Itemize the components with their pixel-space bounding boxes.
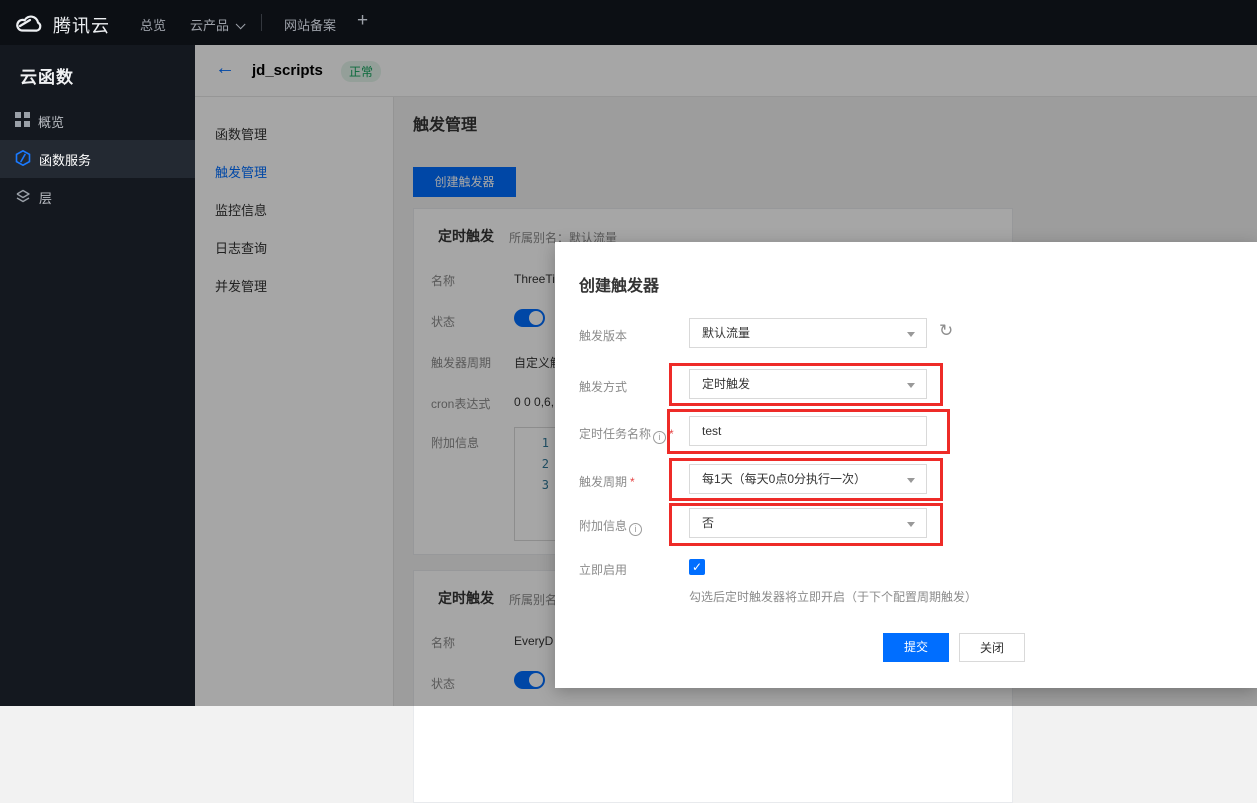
required-mark: * xyxy=(669,427,674,441)
topnav-overview[interactable]: 总览 xyxy=(140,15,166,34)
sidebar-item-layers[interactable]: 层 xyxy=(0,178,195,216)
task-name-input[interactable] xyxy=(689,416,927,446)
required-mark: * xyxy=(630,475,635,489)
cycle-value: 每1天（每天0点0分执行一次） xyxy=(702,472,866,486)
layers-icon xyxy=(15,188,31,207)
app-sidebar: 云函数 概览 函数服务 层 xyxy=(0,45,195,706)
modal-title: 创建触发器 xyxy=(579,272,659,296)
chevron-down-icon xyxy=(236,19,246,29)
sidebar-item-label: 概览 xyxy=(38,112,64,131)
enable-hint: 勾选后定时触发器将立即开启（于下个配置周期触发） xyxy=(689,588,977,605)
caret-down-icon xyxy=(907,383,915,388)
submit-button[interactable]: 提交 xyxy=(883,633,949,662)
grid-icon xyxy=(15,112,30,130)
caret-down-icon xyxy=(907,332,915,337)
caret-down-icon xyxy=(907,478,915,483)
tencent-cloud-logo[interactable]: 腾讯云 xyxy=(14,12,110,38)
field-label-enable: 立即启用 xyxy=(579,561,627,578)
info-icon: i xyxy=(653,431,666,444)
version-value: 默认流量 xyxy=(702,326,750,340)
function-service-icon xyxy=(15,150,31,169)
topnav-icp[interactable]: 网站备案 xyxy=(284,15,336,34)
enable-checkbox[interactable]: ✓ xyxy=(689,559,705,575)
field-label-extra: 附加信息i xyxy=(579,517,642,536)
field-label-cycle: 触发周期* xyxy=(579,473,635,490)
create-trigger-modal: 创建触发器 触发版本 默认流量 ↻ 触发方式 定时触发 定时任务名称i* 触发周… xyxy=(555,242,1257,688)
cloud-logo-icon xyxy=(14,13,44,37)
method-select[interactable]: 定时触发 xyxy=(689,369,927,399)
field-label-task-name: 定时任务名称i* xyxy=(579,425,674,444)
sidebar-item-overview[interactable]: 概览 xyxy=(0,102,195,140)
field-label-method: 触发方式 xyxy=(579,378,627,395)
logo-text: 腾讯云 xyxy=(53,12,110,38)
extra-value: 否 xyxy=(702,516,714,530)
add-tab-icon[interactable]: + xyxy=(357,10,368,32)
close-button[interactable]: 关闭 xyxy=(959,633,1025,662)
field-label-version: 触发版本 xyxy=(579,327,627,344)
sidebar-item-label: 函数服务 xyxy=(39,150,91,169)
refresh-icon[interactable]: ↻ xyxy=(939,321,953,341)
caret-down-icon xyxy=(907,522,915,527)
topnav-cloud-products[interactable]: 云产品 xyxy=(190,15,242,34)
cycle-select[interactable]: 每1天（每天0点0分执行一次） xyxy=(689,464,927,494)
sidebar-item-label: 层 xyxy=(39,188,52,207)
info-icon: i xyxy=(629,523,642,536)
method-value: 定时触发 xyxy=(702,377,750,391)
extra-select[interactable]: 否 xyxy=(689,508,927,538)
topnav-divider xyxy=(261,14,262,31)
service-title: 云函数 xyxy=(20,63,74,88)
sidebar-item-function-service[interactable]: 函数服务 xyxy=(0,140,195,178)
topbar: 腾讯云 总览 云产品 网站备案 + xyxy=(0,0,1257,45)
version-select[interactable]: 默认流量 xyxy=(689,318,927,348)
